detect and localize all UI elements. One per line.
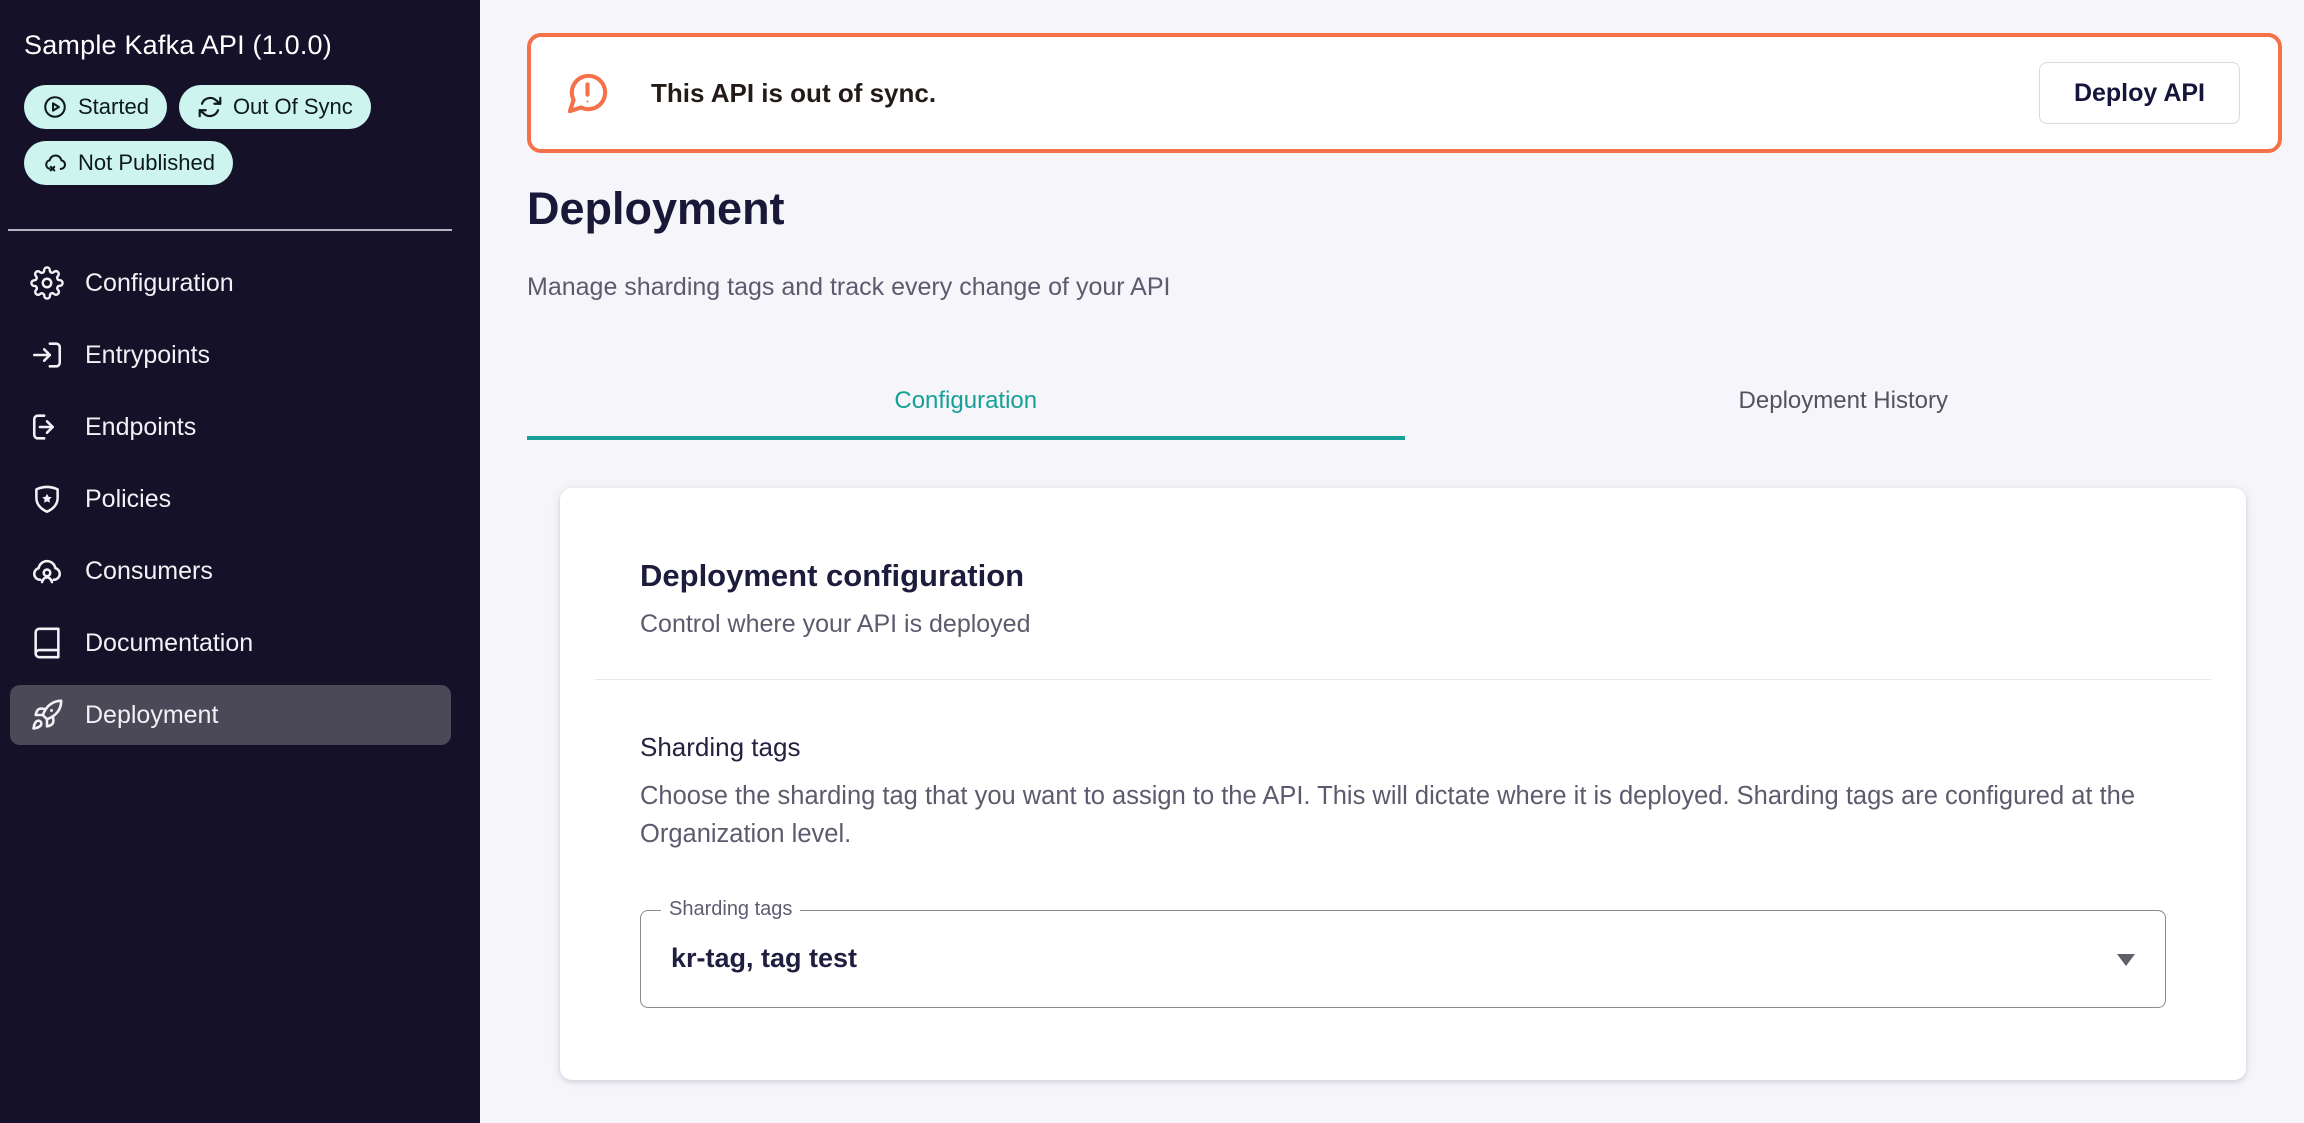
api-status-badges: Started Out Of Sync	[24, 85, 424, 185]
api-title: Sample Kafka API (1.0.0)	[24, 30, 456, 61]
cloud-unpublished-icon	[42, 150, 68, 176]
chevron-down-icon	[2117, 954, 2135, 966]
sidebar-item-policies[interactable]: Policies	[10, 469, 451, 529]
app-window: Sample Kafka API (1.0.0) Started	[0, 0, 2304, 1123]
sidebar-item-documentation[interactable]: Documentation	[10, 613, 451, 673]
sidebar-item-label: Policies	[85, 485, 171, 514]
sharding-tags-select-value: kr-tag, tag test	[671, 943, 857, 974]
deploy-api-button[interactable]: Deploy API	[2039, 62, 2240, 124]
sidebar-item-configuration[interactable]: Configuration	[10, 253, 451, 313]
sidebar-item-endpoints[interactable]: Endpoints	[10, 397, 451, 457]
sidebar-item-label: Endpoints	[85, 413, 196, 442]
card-subtitle: Control where your API is deployed	[640, 610, 2166, 639]
sidebar-divider	[8, 229, 452, 231]
out-of-sync-banner: This API is out of sync. Deploy API	[527, 33, 2282, 153]
sidebar-item-label: Documentation	[85, 629, 253, 658]
status-badge-not-published: Not Published	[24, 141, 233, 185]
sidebar-nav: Configuration Entrypoints	[0, 253, 480, 745]
status-badge-label: Out Of Sync	[233, 94, 353, 120]
sidebar-item-label: Consumers	[85, 557, 213, 586]
main-content: This API is out of sync. Deploy API Depl…	[480, 0, 2304, 1123]
book-icon	[30, 626, 64, 660]
card-title: Deployment configuration	[640, 558, 2166, 594]
sharding-tags-description: Choose the sharding tag that you want to…	[640, 777, 2166, 854]
arrow-out-of-box-icon	[30, 410, 64, 444]
sidebar-item-entrypoints[interactable]: Entrypoints	[10, 325, 451, 385]
alert-bubble-icon	[564, 70, 611, 117]
api-sidebar: Sample Kafka API (1.0.0) Started	[0, 0, 480, 1123]
sidebar-item-label: Entrypoints	[85, 341, 210, 370]
sync-icon	[197, 94, 223, 120]
sharding-tags-select[interactable]: Sharding tags kr-tag, tag test	[640, 910, 2166, 1008]
sidebar-item-consumers[interactable]: Consumers	[10, 541, 451, 601]
deployment-tabs: Configuration Deployment History	[527, 366, 2282, 440]
play-circle-icon	[42, 94, 68, 120]
status-badge-label: Started	[78, 94, 149, 120]
card-divider	[595, 679, 2211, 680]
status-badge-out-of-sync: Out Of Sync	[179, 85, 371, 129]
rocket-icon	[30, 698, 64, 732]
arrow-into-box-icon	[30, 338, 64, 372]
page-subtitle: Manage sharding tags and track every cha…	[527, 273, 2282, 302]
shield-star-icon	[30, 482, 64, 516]
gear-icon	[30, 266, 64, 300]
banner-message: This API is out of sync.	[651, 78, 936, 109]
sharding-tags-select-label: Sharding tags	[661, 898, 800, 921]
page-title: Deployment	[527, 183, 2282, 235]
status-badge-label: Not Published	[78, 150, 215, 176]
sharding-tags-section-label: Sharding tags	[640, 732, 2166, 763]
cloud-user-icon	[30, 554, 64, 588]
sidebar-item-deployment[interactable]: Deployment	[10, 685, 451, 745]
tab-configuration[interactable]: Configuration	[527, 366, 1405, 440]
status-badge-started: Started	[24, 85, 167, 129]
sidebar-item-label: Configuration	[85, 269, 234, 298]
sidebar-item-label: Deployment	[85, 701, 218, 730]
tab-deployment-history[interactable]: Deployment History	[1405, 366, 2283, 440]
deployment-configuration-card: Deployment configuration Control where y…	[560, 488, 2246, 1080]
